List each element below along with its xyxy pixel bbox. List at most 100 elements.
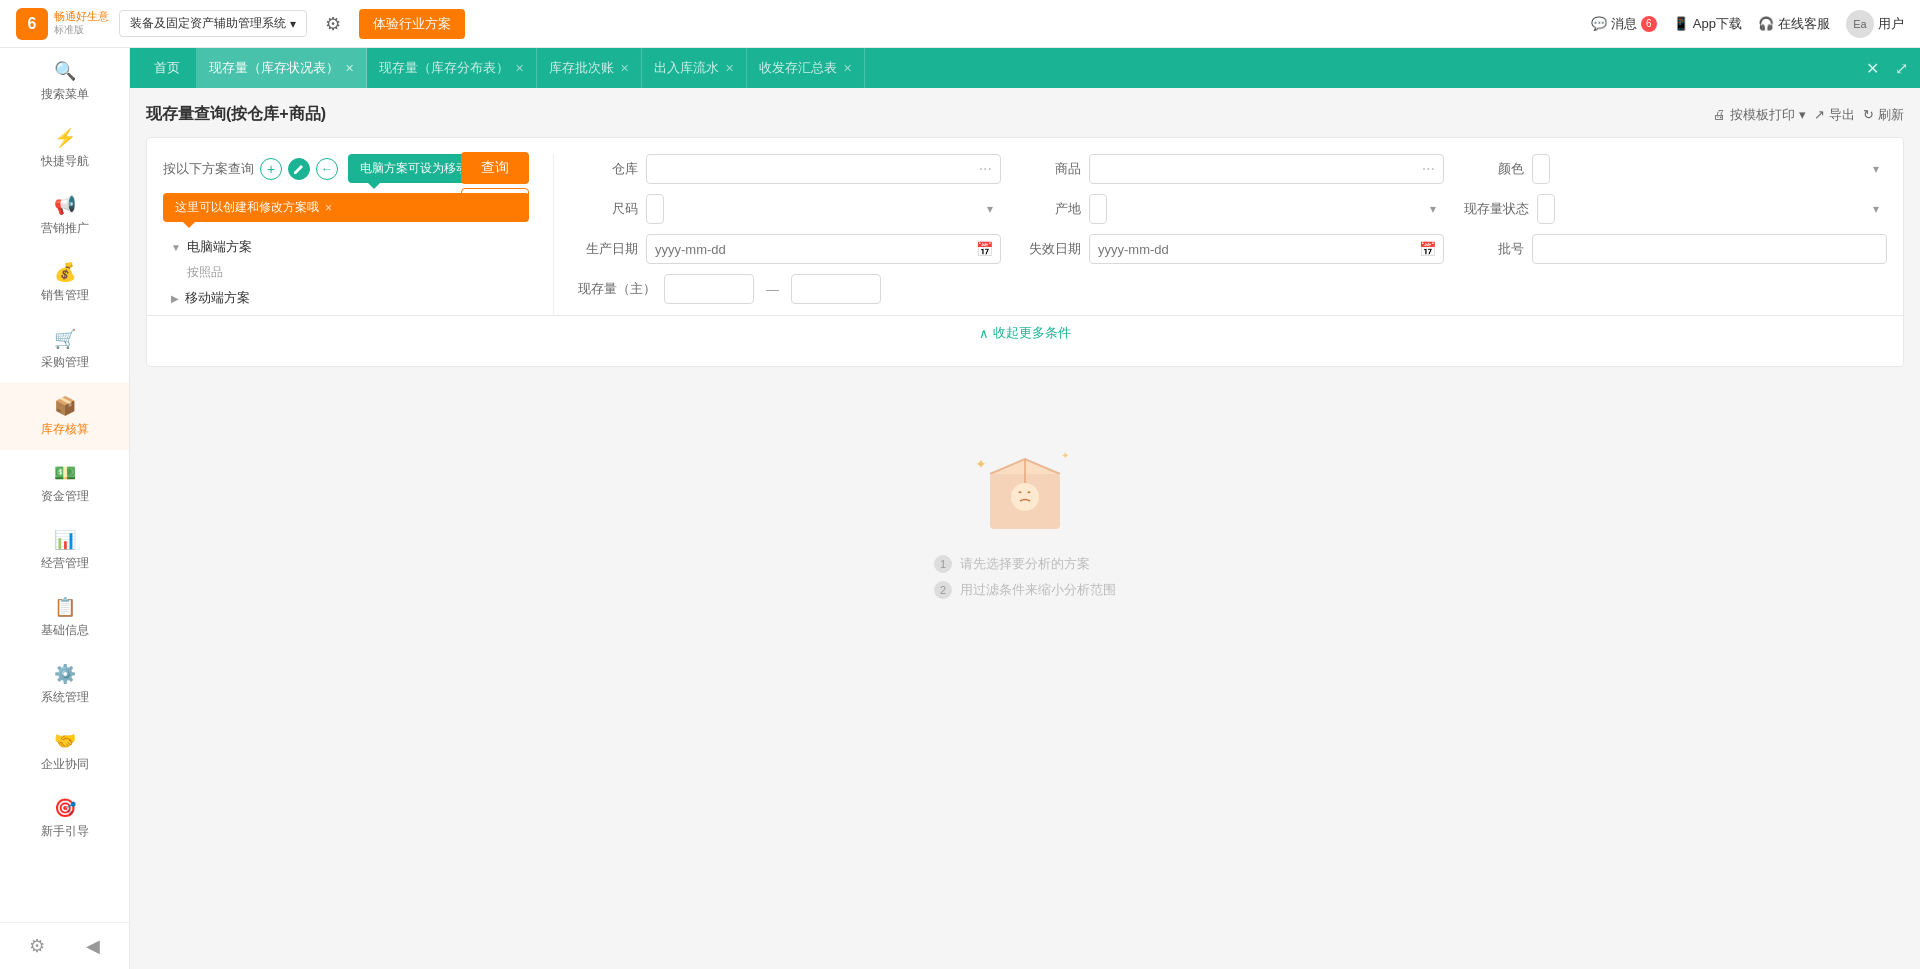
phone-icon: 📱 (1673, 16, 1689, 31)
notification-label: 消息 (1611, 15, 1637, 33)
size-select-wrap (646, 194, 1001, 224)
tree-row-pc-child[interactable]: 按照品 (163, 260, 529, 285)
export-btn[interactable]: ↗ 导出 (1814, 106, 1855, 124)
origin-label: 产地 (1021, 200, 1081, 218)
page-title: 现存量查询(按仓库+商品) (146, 104, 326, 125)
headset-icon: 🎧 (1758, 16, 1774, 31)
sidebar-item-label-operation: 经营管理 (41, 555, 89, 572)
stock-status-select[interactable] (1537, 194, 1555, 224)
sidebar-item-quick[interactable]: ⚡ 快捷导航 (0, 115, 129, 182)
sidebar-item-sales[interactable]: 💰 销售管理 (0, 249, 129, 316)
tab-inout[interactable]: 出入库流水 ✕ (642, 48, 747, 88)
print-dropdown-icon: ▾ (1799, 107, 1806, 122)
tab-actions: ✕ ⤢ (1862, 55, 1912, 82)
sidebar-item-enterprise[interactable]: 🤝 企业协同 (0, 718, 129, 785)
tab-receive-close[interactable]: ✕ (843, 62, 852, 75)
stock-main-dash: — (762, 282, 783, 297)
tab-inventory-dist[interactable]: 现存量（库存分布表） ✕ (367, 48, 537, 88)
logo-texts: 畅通好生意 标准版 (54, 10, 109, 37)
top-bar-left: 6 畅通好生意 标准版 装备及固定资产辅助管理系统 ▾ ⚙ 体验行业方案 (16, 8, 465, 40)
sidebar-item-operation[interactable]: 📊 经营管理 (0, 517, 129, 584)
tab-receive[interactable]: 收发存汇总表 ✕ (747, 48, 865, 88)
tab-inventory-status-close[interactable]: ✕ (345, 62, 354, 75)
tab-home[interactable]: 首页 (138, 48, 197, 88)
arrow-scheme-btn[interactable]: ← (316, 158, 338, 180)
tab-bar: 首页 现存量（库存状况表） ✕ 现存量（库存分布表） ✕ 库存批次账 ✕ 出入库… (130, 48, 1920, 88)
tab-batch-close[interactable]: ✕ (620, 62, 629, 75)
stock-main-to[interactable] (791, 274, 881, 304)
refresh-icon: ↻ (1863, 107, 1874, 122)
user-item[interactable]: Ea 用户 (1846, 10, 1904, 38)
sidebar-item-finance[interactable]: 💵 资金管理 (0, 450, 129, 517)
tree-arrow-pc: ▼ (171, 242, 181, 253)
empty-steps: 1 请先选择要分析的方案 2 用过滤条件来缩小分析范围 (934, 555, 1116, 599)
expire-date-input[interactable] (1089, 234, 1444, 264)
tab-batch[interactable]: 库存批次账 ✕ (537, 48, 642, 88)
filter-goods: 商品 ··· (1021, 154, 1444, 184)
print-btn[interactable]: 🖨 按模板打印 ▾ (1713, 106, 1806, 124)
filter-card: 按以下方案查询 + ← (146, 137, 1904, 367)
tooltip2-close[interactable]: × (325, 201, 332, 215)
sidebar-item-label-purchase: 采购管理 (41, 354, 89, 371)
filter-batch-no: 批号 (1464, 234, 1887, 264)
add-scheme-btn[interactable]: + (260, 158, 282, 180)
sidebar-item-basic[interactable]: 📋 基础信息 (0, 584, 129, 651)
filter-stock-status: 现存量状态 (1464, 194, 1887, 224)
tree-row-mobile[interactable]: ▶ 移动端方案 (163, 285, 529, 311)
query-btn[interactable]: 查询 (461, 152, 529, 184)
size-select[interactable] (646, 194, 664, 224)
step1-num: 1 (934, 555, 952, 573)
filter-row-1: 仓库 ··· 商品 ··· (578, 154, 1887, 184)
sidebar-item-guide[interactable]: 🎯 新手引导 (0, 785, 129, 852)
collapse-label: 收起更多条件 (993, 324, 1071, 342)
system-selector-arrow: ▾ (290, 17, 296, 31)
system-selector[interactable]: 装备及固定资产辅助管理系统 ▾ (119, 10, 307, 37)
tab-home-label: 首页 (154, 59, 180, 77)
stock-main-from[interactable] (664, 274, 754, 304)
sidebar-settings-btn[interactable]: ⚙ (25, 931, 49, 961)
tab-close-all-btn[interactable]: ✕ (1862, 55, 1883, 82)
tab-inventory-status[interactable]: 现存量（库存状况表） ✕ (197, 48, 367, 88)
step2-num: 2 (934, 581, 952, 599)
online-support-item[interactable]: 🎧 在线客服 (1758, 15, 1830, 33)
app-download-item[interactable]: 📱 App下载 (1673, 15, 1742, 33)
tree-pc-child-label: 按照品 (187, 264, 223, 281)
basic-icon: 📋 (54, 596, 76, 618)
settings-icon-btn[interactable]: ⚙ (317, 8, 349, 40)
batch-no-input[interactable] (1532, 234, 1887, 264)
color-select[interactable] (1532, 154, 1550, 184)
tooltip2-text: 这里可以创建和修改方案哦 (175, 199, 319, 216)
svg-text:✦: ✦ (1061, 450, 1069, 461)
goods-input[interactable]: ··· (1089, 154, 1444, 184)
refresh-btn[interactable]: ↻ 刷新 (1863, 106, 1904, 124)
tree-label-mobile: 移动端方案 (185, 289, 250, 307)
guide-icon: 🎯 (54, 797, 76, 819)
tab-expand-btn[interactable]: ⤢ (1891, 55, 1912, 82)
enterprise-icon: 🤝 (54, 730, 76, 752)
logo-text: 畅通好生意 (54, 10, 109, 23)
sidebar-item-marketing[interactable]: 📢 营销推广 (0, 182, 129, 249)
collapse-btn[interactable]: ∧ 收起更多条件 (163, 316, 1887, 350)
warehouse-input[interactable]: ··· (646, 154, 1001, 184)
produce-date-calendar-icon[interactable]: 📅 (976, 241, 993, 257)
origin-select[interactable] (1089, 194, 1107, 224)
edit-scheme-btn[interactable] (288, 158, 310, 180)
sidebar-item-search[interactable]: 🔍 搜索菜单 (0, 48, 129, 115)
color-select-wrap (1532, 154, 1887, 184)
tab-inout-close[interactable]: ✕ (725, 62, 734, 75)
expire-date-calendar-icon[interactable]: 📅 (1419, 241, 1436, 257)
purchase-icon: 🛒 (54, 328, 76, 350)
sidebar-item-inventory[interactable]: 📦 库存核算 (0, 383, 129, 450)
tab-inventory-dist-close[interactable]: ✕ (515, 62, 524, 75)
notification-item[interactable]: 💬 消息 6 (1591, 15, 1657, 33)
tree-row-pc[interactable]: ▼ 电脑端方案 (163, 234, 529, 260)
sidebar-collapse-btn[interactable]: ◀ (82, 931, 104, 961)
trial-btn[interactable]: 体验行业方案 (359, 9, 465, 39)
sidebar-item-purchase[interactable]: 🛒 采购管理 (0, 316, 129, 383)
sidebar-item-system[interactable]: ⚙️ 系统管理 (0, 651, 129, 718)
filter-expire-date: 失效日期 📅 (1021, 234, 1444, 264)
sidebar-item-label-sales: 销售管理 (41, 287, 89, 304)
avatar: Ea (1846, 10, 1874, 38)
logo-sub: 标准版 (54, 23, 109, 37)
produce-date-input[interactable] (646, 234, 1001, 264)
